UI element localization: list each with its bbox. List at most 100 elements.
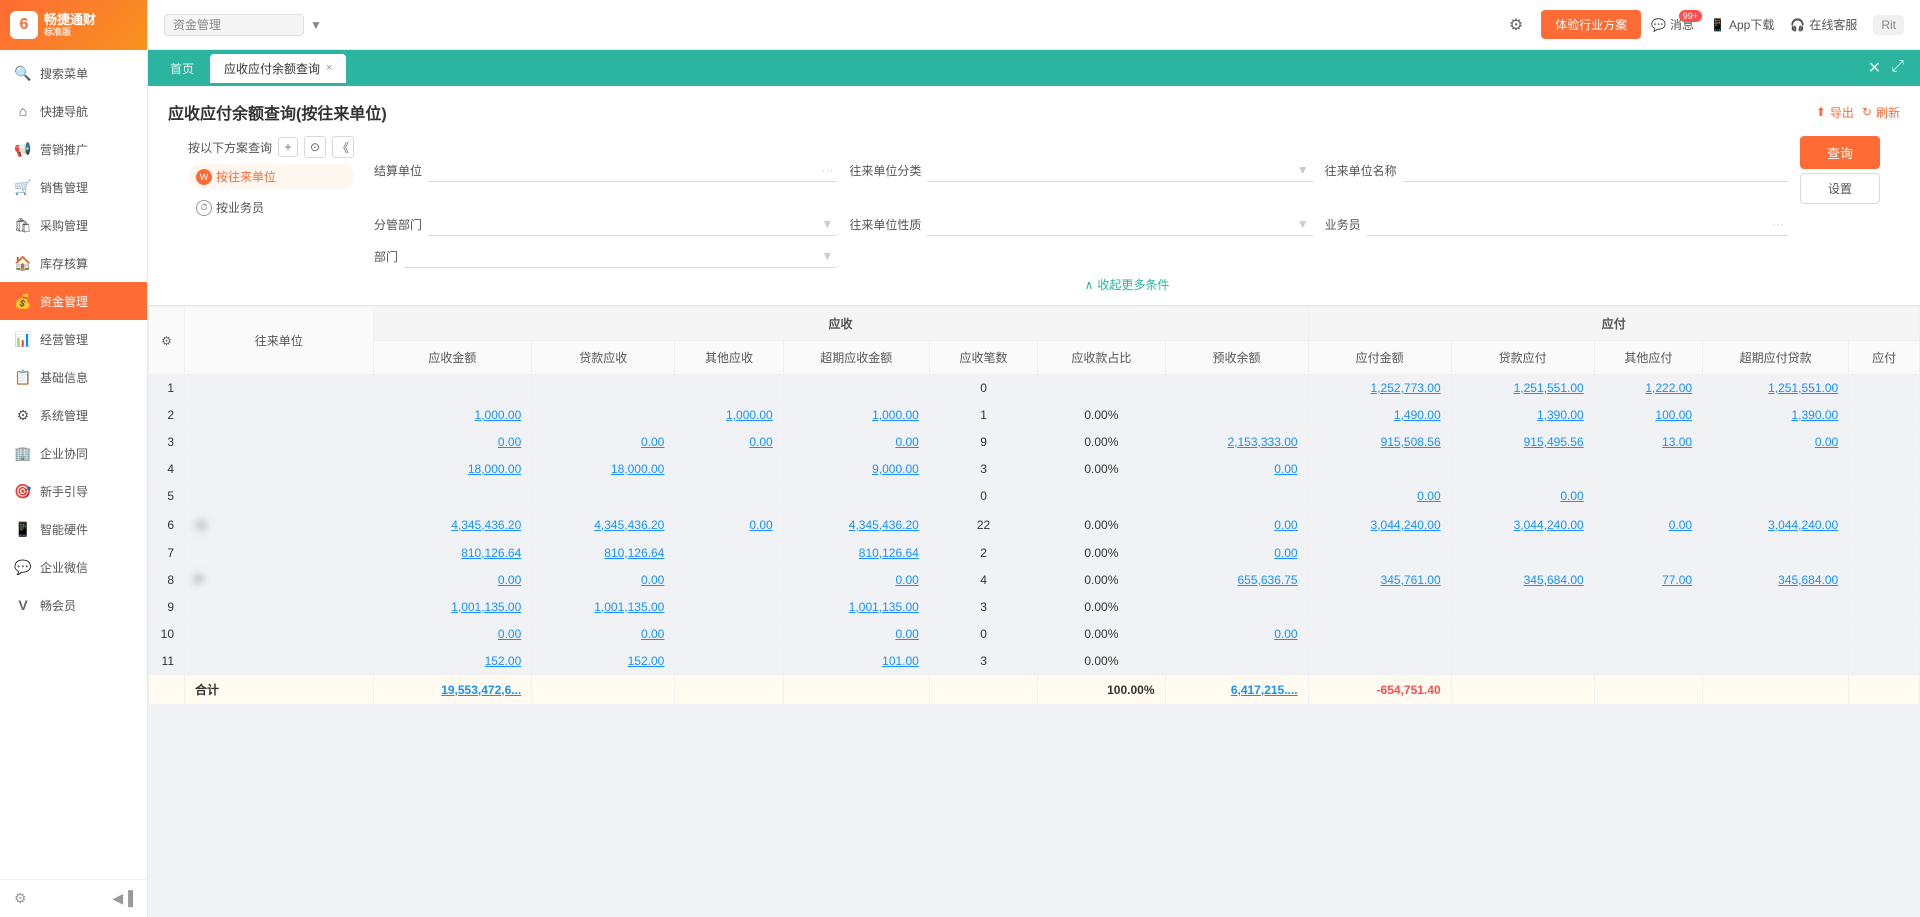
row-overdue-recv[interactable]: 1,001,135.00 xyxy=(783,594,929,621)
dept-select[interactable]: ▼ xyxy=(404,244,837,268)
row-overdue-recv[interactable]: 1,000.00 xyxy=(783,402,929,429)
row-loan-payable[interactable]: 0.00 xyxy=(1451,483,1594,510)
row-loan-recv[interactable]: 152.00 xyxy=(532,648,675,675)
row-overdue-recv[interactable]: 0.00 xyxy=(783,621,929,648)
total-payable-amt[interactable]: -654,751.40 xyxy=(1308,675,1451,705)
row-loan-payable[interactable] xyxy=(1451,648,1594,675)
row-prepaid[interactable] xyxy=(1165,594,1308,621)
sidebar-item-purchase[interactable]: 🛍 采购管理 xyxy=(0,206,147,244)
row-recv-amt[interactable] xyxy=(373,375,532,402)
row-overdue-recv[interactable]: 9,000.00 xyxy=(783,456,929,483)
row-prepaid[interactable]: 0.00 xyxy=(1165,540,1308,567)
row-other-recv[interactable] xyxy=(675,456,783,483)
row-recv-amt[interactable]: 0.00 xyxy=(373,621,532,648)
filter-by-unit[interactable]: W 按往来单位 xyxy=(188,164,354,189)
sidebar-item-basic[interactable]: 📋 基础信息 xyxy=(0,358,147,396)
row-loan-recv[interactable]: 1,001,135.00 xyxy=(532,594,675,621)
row-other-recv[interactable] xyxy=(675,648,783,675)
row-payable-amt[interactable]: 0.00 xyxy=(1308,483,1451,510)
breadcrumb-dropdown-icon[interactable]: ▼ xyxy=(310,18,322,32)
total-prepaid[interactable]: 6,417,215.... xyxy=(1165,675,1308,705)
row-recv-amt[interactable] xyxy=(373,483,532,510)
row-other-payable[interactable]: 1,222.00 xyxy=(1594,375,1702,402)
row-other-recv[interactable] xyxy=(675,375,783,402)
scheme-settings-button[interactable]: ⊙ xyxy=(304,136,326,158)
row-other-recv[interactable] xyxy=(675,483,783,510)
sidebar-collapse-btn[interactable]: ◀▐ xyxy=(112,890,133,907)
row-loan-payable[interactable] xyxy=(1451,456,1594,483)
table-settings-header[interactable]: ⚙ xyxy=(149,307,185,375)
row-loan-payable[interactable]: 3,044,240.00 xyxy=(1451,510,1594,540)
row-loan-payable[interactable] xyxy=(1451,594,1594,621)
row-other-payable[interactable] xyxy=(1594,540,1702,567)
row-loan-payable[interactable]: 915,495.56 xyxy=(1451,429,1594,456)
app-download-action[interactable]: 📱 App下载 xyxy=(1710,16,1774,33)
row-overdue-recv[interactable] xyxy=(783,483,929,510)
row-payable-amt[interactable]: 915,508.56 xyxy=(1308,429,1451,456)
row-overdue-payable[interactable] xyxy=(1703,621,1849,648)
unit-nature-select[interactable]: ▼ xyxy=(927,212,1312,236)
row-other-recv[interactable]: 0.00 xyxy=(675,510,783,540)
row-payable-amt[interactable] xyxy=(1308,594,1451,621)
sidebar-item-wechat[interactable]: 💬 企业微信 xyxy=(0,548,147,586)
row-loan-recv[interactable]: 18,000.00 xyxy=(532,456,675,483)
row-other-payable[interactable]: 100.00 xyxy=(1594,402,1702,429)
sidebar-item-search[interactable]: 🔍 搜索菜单 xyxy=(0,54,147,92)
row-loan-recv[interactable]: 0.00 xyxy=(532,621,675,648)
sidebar-item-inventory[interactable]: 🏠 库存核算 xyxy=(0,244,147,282)
row-prepaid[interactable] xyxy=(1165,375,1308,402)
row-overdue-payable[interactable]: 0.00 xyxy=(1703,429,1849,456)
total-recv-amt[interactable]: 19,553,472,6... xyxy=(373,675,532,705)
topbar-gear-icon[interactable]: ⚙ xyxy=(1501,10,1531,40)
row-recv-amt[interactable]: 0.00 xyxy=(373,567,532,594)
row-overdue-recv[interactable]: 810,126.64 xyxy=(783,540,929,567)
sidebar-item-quick[interactable]: ⌂ 快捷导航 xyxy=(0,92,147,130)
row-overdue-payable[interactable]: 1,251,551.00 xyxy=(1703,375,1849,402)
row-payable-amt[interactable]: 1,490.00 xyxy=(1308,402,1451,429)
row-prepaid[interactable]: 0.00 xyxy=(1165,510,1308,540)
refresh-button[interactable]: ↻ 刷新 xyxy=(1862,104,1900,121)
sidebar-item-guide[interactable]: 🎯 新手引导 xyxy=(0,472,147,510)
collapse-more-button[interactable]: ∧ 收起更多条件 xyxy=(1085,276,1170,293)
row-other-recv[interactable] xyxy=(675,540,783,567)
row-other-recv[interactable] xyxy=(675,594,783,621)
row-loan-payable[interactable]: 1,390.00 xyxy=(1451,402,1594,429)
row-recv-amt[interactable]: 810,126.64 xyxy=(373,540,532,567)
user-account[interactable]: Rit xyxy=(1873,15,1904,35)
row-loan-recv[interactable]: 4,345,436.20 xyxy=(532,510,675,540)
row-other-payable[interactable]: 13.00 xyxy=(1594,429,1702,456)
row-overdue-recv[interactable]: 4,345,436.20 xyxy=(783,510,929,540)
row-payable-amt[interactable] xyxy=(1308,648,1451,675)
division-dept-select[interactable]: ▼ xyxy=(428,212,837,236)
row-overdue-recv[interactable]: 0.00 xyxy=(783,429,929,456)
breadcrumb-input[interactable] xyxy=(164,14,304,36)
row-payable-amt[interactable]: 1,252,773.00 xyxy=(1308,375,1451,402)
sidebar-item-member[interactable]: V 畅会员 xyxy=(0,586,147,624)
query-button[interactable]: 查询 xyxy=(1800,136,1880,169)
window-close-icon[interactable]: ✕ xyxy=(1868,58,1881,78)
sidebar-settings-btn[interactable]: ⚙ xyxy=(14,890,27,907)
row-overdue-payable[interactable] xyxy=(1703,540,1849,567)
row-loan-recv[interactable]: 810,126.64 xyxy=(532,540,675,567)
settings-button[interactable]: 设置 xyxy=(1800,173,1880,204)
row-loan-payable[interactable]: 1,251,551.00 xyxy=(1451,375,1594,402)
row-recv-amt[interactable]: 0.00 xyxy=(373,429,532,456)
row-payable-amt[interactable] xyxy=(1308,456,1451,483)
row-other-payable[interactable] xyxy=(1594,621,1702,648)
row-other-recv[interactable] xyxy=(675,567,783,594)
row-other-recv[interactable]: 0.00 xyxy=(675,429,783,456)
row-payable-amt[interactable] xyxy=(1308,540,1451,567)
row-overdue-payable[interactable] xyxy=(1703,594,1849,621)
filter-by-staff[interactable]: ⏱ 按业务员 xyxy=(188,195,354,220)
sidebar-item-finance[interactable]: 💰 资金管理 xyxy=(0,282,147,320)
sidebar-item-enterprise[interactable]: 🏢 企业协同 xyxy=(0,434,147,472)
tab-close-icon[interactable]: × xyxy=(326,62,332,74)
row-other-payable[interactable]: 0.00 xyxy=(1594,510,1702,540)
row-other-recv[interactable] xyxy=(675,621,783,648)
tab-home[interactable]: 首页 xyxy=(156,54,208,83)
sidebar-item-sales[interactable]: 🛒 销售管理 xyxy=(0,168,147,206)
row-recv-amt[interactable]: 1,001,135.00 xyxy=(373,594,532,621)
row-other-payable[interactable]: 77.00 xyxy=(1594,567,1702,594)
row-overdue-recv[interactable] xyxy=(783,375,929,402)
sidebar-item-system[interactable]: ⚙ 系统管理 xyxy=(0,396,147,434)
